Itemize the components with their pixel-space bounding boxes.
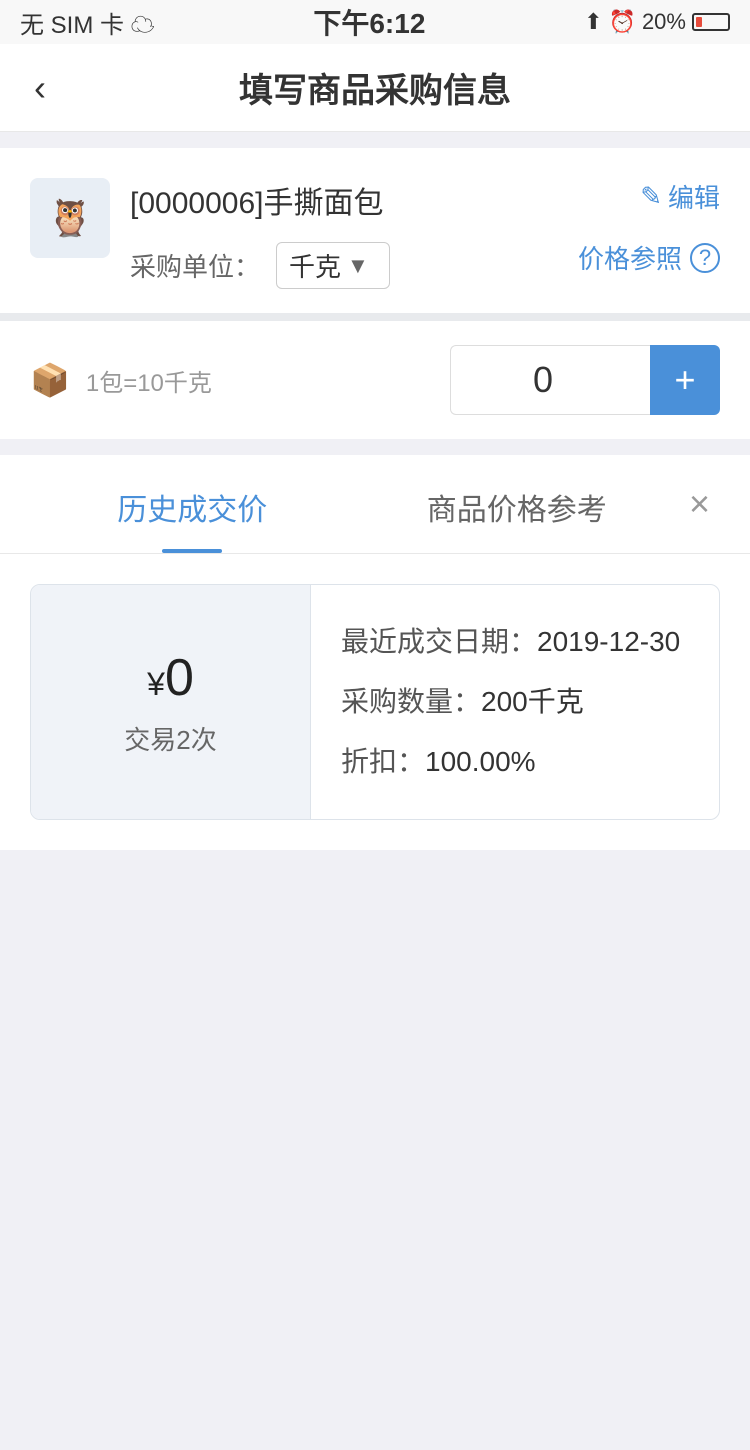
date-label: 最近成交日期：: [341, 626, 537, 657]
history-card: ¥0 交易2次 最近成交日期：2019-12-30 采购数量：200千克 折扣：…: [30, 584, 720, 820]
product-info: [0000006]手撕面包 采购单位： 千克 ▼: [130, 178, 578, 289]
product-header: 🦉 [0000006]手撕面包 采购单位： 千克 ▼ ✎ 编辑 价格参照: [30, 178, 720, 289]
tab-header: 历史成交价 商品价格参考 ×: [0, 455, 750, 554]
currency-symbol: ¥: [147, 666, 165, 702]
quantity-input[interactable]: [450, 345, 650, 415]
history-trades: 交易2次: [124, 720, 216, 757]
quantity-plus-button[interactable]: +: [650, 345, 720, 415]
history-detail-section: 最近成交日期：2019-12-30 采购数量：200千克 折扣：100.00%: [311, 585, 719, 819]
navigation-icon: ⬆: [584, 9, 602, 35]
battery-percent: 20%: [642, 9, 686, 35]
unit-value: 千克: [289, 247, 341, 284]
tab-history-price[interactable]: 历史成交价: [30, 455, 354, 553]
tab-product-label: 商品价格参考: [427, 494, 607, 527]
tab-product-price[interactable]: 商品价格参考: [354, 455, 678, 553]
product-thumb-icon: 🦉: [48, 197, 93, 239]
tab-close-button[interactable]: ×: [679, 476, 720, 532]
status-right: ⬆ ⏰ 20%: [584, 9, 730, 35]
product-actions: ✎ 编辑 价格参照 ?: [578, 178, 720, 276]
plus-icon: +: [674, 359, 695, 401]
quantity-row: 📦 1包=10千克 +: [0, 321, 750, 439]
tab-panel: 历史成交价 商品价格参考 × ¥0 交易2次 最近成交日期：2019-12-30…: [0, 455, 750, 850]
tab-active-indicator: [162, 549, 222, 553]
page-bottom: [0, 850, 750, 1450]
product-thumbnail: 🦉: [30, 178, 110, 258]
product-left: 🦉 [0000006]手撕面包 采购单位： 千克 ▼: [30, 178, 578, 289]
quantity-left: 📦 1包=10千克: [30, 361, 212, 399]
unit-select[interactable]: 千克 ▼: [276, 242, 390, 289]
battery-icon: [692, 13, 730, 31]
price-ref-label: 价格参照: [578, 239, 682, 276]
section-divider: [0, 313, 750, 321]
status-time: 下午6:12: [313, 2, 425, 42]
edit-label: 编辑: [668, 178, 720, 215]
discount-value: 100.00%: [425, 746, 536, 777]
date-value: 2019-12-30: [537, 626, 680, 657]
history-content: ¥0 交易2次 最近成交日期：2019-12-30 采购数量：200千克 折扣：…: [0, 554, 750, 850]
status-bar: 无 SIM 卡 ☁ 下午6:12 ⬆ ⏰ 20%: [0, 0, 750, 44]
package-icon: 📦: [30, 361, 70, 399]
unit-label: 采购单位：: [130, 247, 260, 284]
product-name: [0000006]手撕面包: [130, 178, 578, 222]
quantity-input-group: +: [450, 345, 720, 415]
history-price-value: ¥0: [147, 648, 194, 708]
nav-bar: ‹ 填写商品采购信息: [0, 44, 750, 132]
qty-value: 200千克: [481, 686, 584, 717]
signal-text: 无 SIM 卡 ☁: [20, 5, 155, 40]
package-subtext: 1包=10千克: [86, 363, 212, 398]
edit-icon: ✎: [640, 181, 662, 212]
discount-label: 折扣：: [341, 746, 425, 777]
history-date-row: 最近成交日期：2019-12-30: [341, 621, 689, 663]
product-unit-row: 采购单位： 千克 ▼: [130, 242, 578, 289]
alarm-icon: ⏰: [609, 9, 636, 35]
status-left: 无 SIM 卡 ☁: [20, 5, 155, 40]
chevron-down-icon: ▼: [347, 253, 369, 279]
back-button[interactable]: ‹: [24, 57, 56, 119]
product-card: 🦉 [0000006]手撕面包 采购单位： 千克 ▼ ✎ 编辑 价格参照: [0, 148, 750, 313]
tab-history-label: 历史成交价: [117, 494, 267, 527]
edit-button[interactable]: ✎ 编辑: [640, 178, 720, 215]
page-title: 填写商品采购信息: [239, 63, 511, 112]
price-ref-button[interactable]: 价格参照 ?: [578, 239, 720, 276]
history-price-section: ¥0 交易2次: [31, 585, 311, 819]
help-icon[interactable]: ?: [690, 243, 720, 273]
history-qty-row: 采购数量：200千克: [341, 681, 689, 723]
qty-label: 采购数量：: [341, 686, 481, 717]
price-number: 0: [165, 649, 194, 707]
history-discount-row: 折扣：100.00%: [341, 741, 689, 783]
